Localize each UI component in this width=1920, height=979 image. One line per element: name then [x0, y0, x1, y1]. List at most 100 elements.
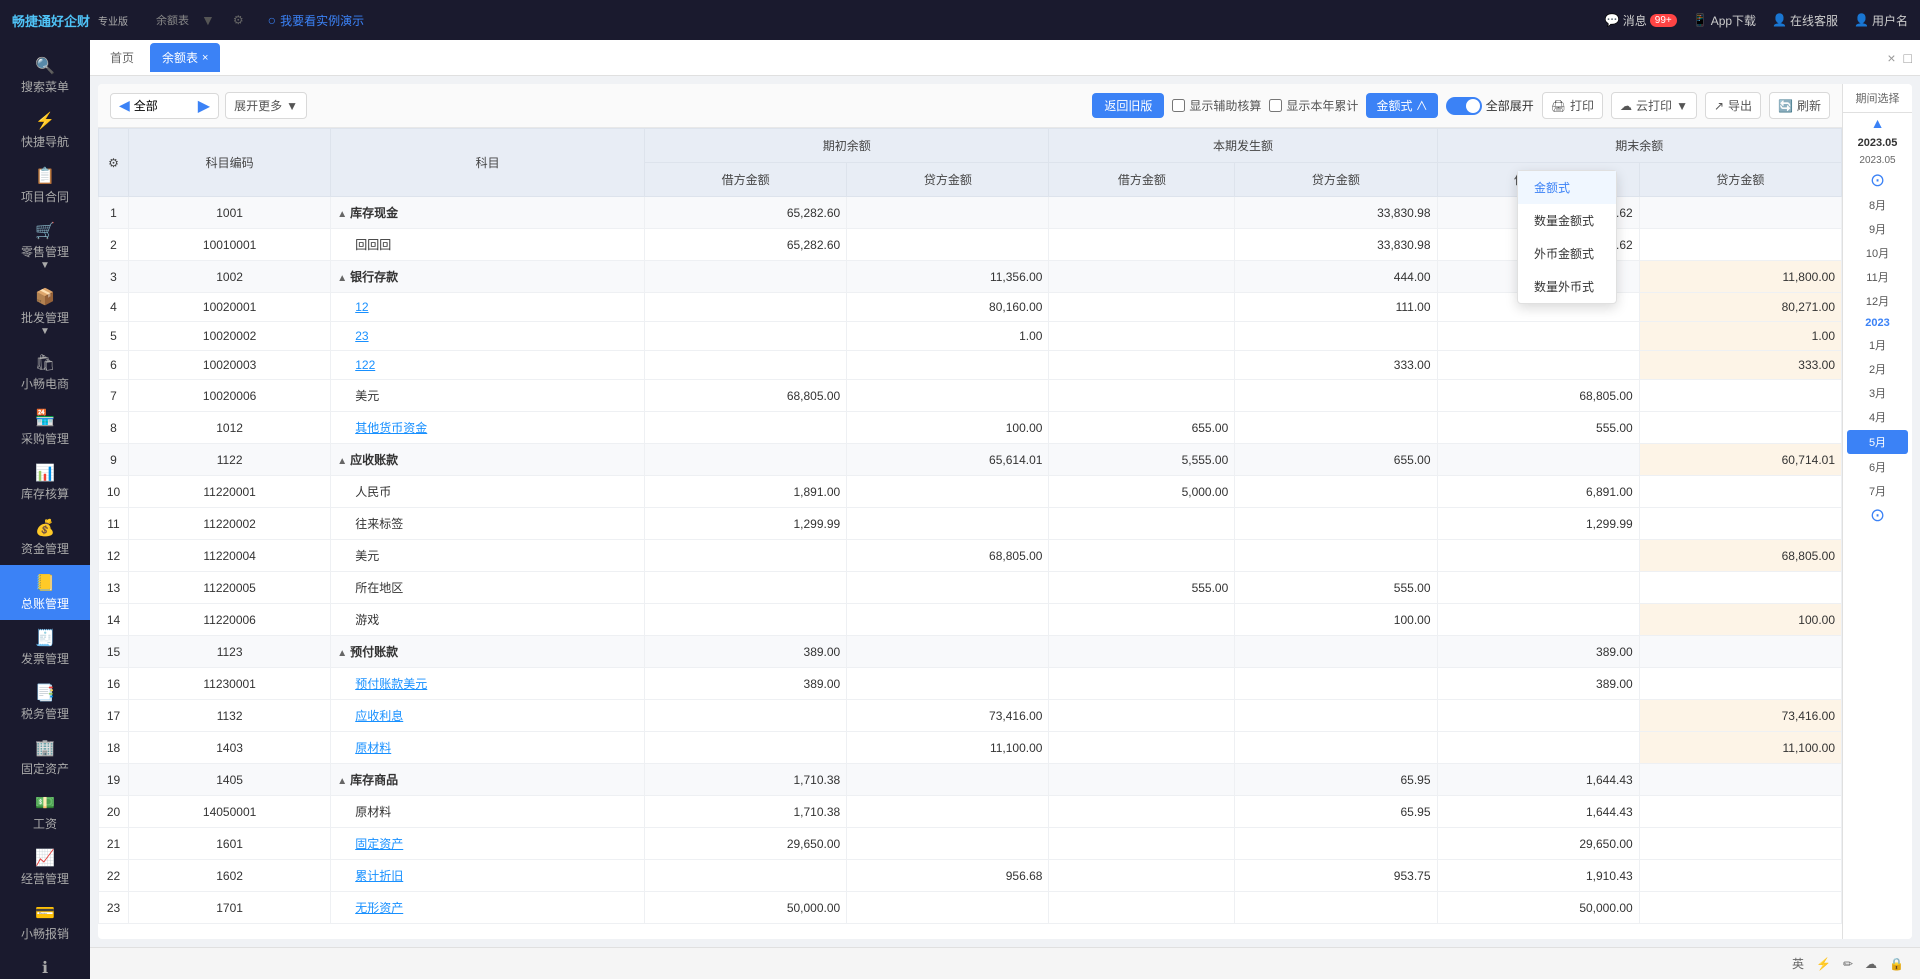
app-download-btn[interactable]: 📱 App下载: [1693, 12, 1756, 29]
period-month-4[interactable]: 4月: [1843, 405, 1912, 429]
period-month-9[interactable]: 9月: [1843, 217, 1912, 241]
bottom-icon2[interactable]: ⚡: [1816, 957, 1831, 971]
bottom-lock-icon[interactable]: 🔒: [1889, 957, 1904, 971]
period-month-8[interactable]: 8月: [1843, 193, 1912, 217]
sidebar-item-inventory[interactable]: 📊 库存核算: [0, 455, 90, 510]
auxiliary-checkbox-input[interactable]: [1172, 99, 1185, 112]
account-link[interactable]: 固定资产: [355, 837, 403, 851]
bottom-cloud-icon[interactable]: ☁: [1865, 957, 1877, 971]
period-month-5[interactable]: 5月: [1847, 430, 1908, 454]
period-month-12[interactable]: 12月: [1843, 289, 1912, 313]
settings-icon[interactable]: ⚙: [233, 13, 244, 27]
close-window-btn[interactable]: ×: [1887, 50, 1895, 66]
all-expand-toggle-switch[interactable]: [1446, 97, 1482, 115]
show-auxiliary-checkbox[interactable]: 显示辅助核算: [1172, 97, 1261, 114]
cell-name[interactable]: 累计折旧: [331, 860, 645, 892]
sidebar-item-tax[interactable]: 📑 税务管理: [0, 675, 90, 730]
user-avatar[interactable]: 👤 用户名: [1854, 12, 1908, 29]
cloud-print-arrow: ▼: [1676, 99, 1688, 113]
amount-style-option-1[interactable]: 金额式: [1518, 171, 1616, 204]
sidebar-item-expense[interactable]: 💳 小畅报销: [0, 895, 90, 950]
search-right-icon[interactable]: ▶: [198, 96, 210, 116]
cloud-print-btn[interactable]: ☁ 云打印 ▼: [1611, 92, 1697, 119]
expand-more-btn[interactable]: 展开更多 ▼: [225, 92, 307, 119]
sidebar-item-invoice[interactable]: 🧾 发票管理: [0, 620, 90, 675]
period-expand-icon[interactable]: ⊙: [1843, 168, 1912, 193]
message-btn[interactable]: 💬 消息 99+: [1605, 12, 1677, 29]
sidebar-item-ledger[interactable]: 📒 总账管理: [0, 565, 90, 620]
cell-close-credit: [1639, 796, 1841, 828]
account-link[interactable]: 23: [355, 329, 368, 343]
cell-code: 11220005: [129, 572, 331, 604]
return-old-version-btn[interactable]: 返回旧版: [1092, 93, 1164, 118]
cell-name[interactable]: 其他货币资金: [331, 412, 645, 444]
amount-style-option-3[interactable]: 外币金额式: [1518, 237, 1616, 270]
tab-balance-sheet[interactable]: 余额表 ×: [150, 43, 220, 72]
cell-name[interactable]: 23: [331, 322, 645, 351]
cell-name[interactable]: 12: [331, 293, 645, 322]
search-input[interactable]: [134, 99, 194, 113]
ledger-icon: 📒: [4, 573, 86, 593]
account-link[interactable]: 12: [355, 300, 368, 314]
period-up-arrow[interactable]: ▲: [1843, 113, 1912, 133]
sidebar-item-search[interactable]: 🔍 搜索菜单: [0, 48, 90, 103]
cell-name[interactable]: 无形资产: [331, 892, 645, 924]
account-link[interactable]: 无形资产: [355, 901, 403, 915]
sidebar-item-salary[interactable]: 💵 工资: [0, 785, 90, 840]
sidebar-item-ecommerce[interactable]: 🛍 小畅电商: [0, 345, 90, 400]
demo-link[interactable]: ○ 我要看实例演示: [268, 12, 364, 29]
account-link[interactable]: 预付账款美元: [355, 677, 427, 691]
account-link[interactable]: 其他货币资金: [355, 421, 427, 435]
period-month-6[interactable]: 6月: [1843, 455, 1912, 479]
period-collapse-icon[interactable]: ⊙: [1843, 503, 1912, 528]
title-dropdown-icon[interactable]: ▼: [201, 12, 215, 28]
cell-code: 1012: [129, 412, 331, 444]
tab-close-btn[interactable]: ×: [202, 52, 208, 64]
sidebar-item-basic[interactable]: ℹ 基础信息: [0, 950, 90, 979]
online-service-btn[interactable]: 👤 在线客服: [1772, 12, 1838, 29]
header-settings-icon[interactable]: ⚙: [99, 129, 129, 197]
bottom-edit-icon[interactable]: ✏: [1843, 957, 1853, 971]
sidebar-item-operations[interactable]: 📈 经营管理: [0, 840, 90, 895]
export-btn[interactable]: ↗ 导出: [1705, 92, 1761, 119]
period-month-7[interactable]: 7月: [1843, 479, 1912, 503]
account-link[interactable]: 应收利息: [355, 709, 403, 723]
show-ytd-checkbox[interactable]: 显示本年累计: [1269, 97, 1358, 114]
top-bar-left: 畅捷通好企财 专业版 余额表 ▼ ⚙ ○ 我要看实例演示: [12, 11, 364, 30]
sidebar-item-quicknav[interactable]: ⚡ 快捷导航: [0, 103, 90, 158]
cell-name[interactable]: 122: [331, 351, 645, 380]
bottom-lang-btn[interactable]: 英: [1792, 955, 1804, 972]
amount-style-option-4[interactable]: 数量外币式: [1518, 270, 1616, 303]
period-month-11[interactable]: 11月: [1843, 265, 1912, 289]
account-link[interactable]: 累计折旧: [355, 869, 403, 883]
sidebar-item-fixed-assets[interactable]: 🏢 固定资产: [0, 730, 90, 785]
header-per-debit: 借方金额: [1049, 163, 1235, 197]
period-month-2[interactable]: 2月: [1843, 357, 1912, 381]
restore-window-btn[interactable]: □: [1904, 50, 1912, 66]
cell-name[interactable]: 应收利息: [331, 700, 645, 732]
cell-name[interactable]: 原材料: [331, 732, 645, 764]
ytd-checkbox-input[interactable]: [1269, 99, 1282, 112]
amount-style-btn[interactable]: 金额式 ∧: [1366, 93, 1437, 118]
period-month-1[interactable]: 1月: [1843, 333, 1912, 357]
account-link[interactable]: 原材料: [355, 741, 391, 755]
account-link[interactable]: 122: [355, 358, 375, 372]
cell-open-credit: 68,805.00: [847, 540, 1049, 572]
cell-close-debit: 389.00: [1437, 636, 1639, 668]
cell-open-debit: 1,299.99: [645, 508, 847, 540]
amount-style-option-2[interactable]: 数量金额式: [1518, 204, 1616, 237]
cell-name[interactable]: 预付账款美元: [331, 668, 645, 700]
print-btn[interactable]: 🖨 打印: [1542, 92, 1603, 119]
sidebar-item-purchase[interactable]: 🏪 采购管理: [0, 400, 90, 455]
period-month-10[interactable]: 10月: [1843, 241, 1912, 265]
sidebar-item-wholesale[interactable]: 📦 批发管理 ▼: [0, 279, 90, 345]
sidebar-item-project[interactable]: 📋 项目合同: [0, 158, 90, 213]
cell-open-debit: [645, 572, 847, 604]
period-month-3[interactable]: 3月: [1843, 381, 1912, 405]
sidebar-item-retail[interactable]: 🛒 零售管理 ▼: [0, 213, 90, 279]
refresh-btn[interactable]: 🔄 刷新: [1769, 92, 1830, 119]
sidebar-item-fund[interactable]: 💰 资金管理: [0, 510, 90, 565]
cell-name[interactable]: 固定资产: [331, 828, 645, 860]
cell-per-debit: [1049, 540, 1235, 572]
tab-home[interactable]: 首页: [98, 43, 146, 72]
